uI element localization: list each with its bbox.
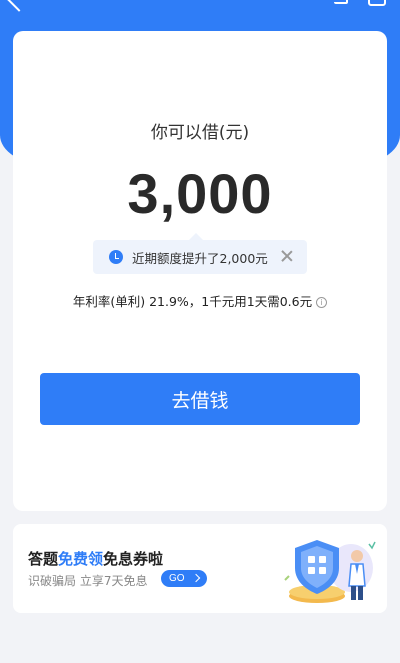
promo-title-prefix: 答题 — [28, 550, 59, 568]
promo-title-suffix: 免息券啦 — [103, 550, 164, 568]
notice-text: 近期额度提升了2,000元 — [132, 250, 268, 266]
available-label: 你可以借(元) — [150, 123, 250, 143]
credit-increase-notice: 近期额度提升了2,000元 — [93, 233, 307, 274]
go-button[interactable]: GO — [161, 570, 207, 587]
message-icon[interactable] — [368, 0, 386, 6]
promo-subtitle: 识破骗局 立享7天免息 — [28, 574, 148, 588]
promo-banner[interactable]: 答题免费领免息券啦 识破骗局 立享7天免息 GO — [13, 524, 387, 613]
service-icon[interactable] — [334, 0, 348, 4]
interest-rate: 年利率(单利) 21.9%，1千元用1天需0.6元 i — [13, 291, 387, 310]
borrow-button[interactable]: 去借钱 — [40, 373, 360, 425]
close-icon[interactable] — [281, 250, 293, 262]
available-amount: 3,000 — [127, 162, 273, 225]
clock-icon — [109, 250, 123, 264]
info-icon[interactable]: i — [316, 297, 328, 308]
promo-title-highlight: 免费领 — [58, 550, 104, 568]
shield-illustration — [284, 540, 376, 603]
rate-text: 年利率(单利) 21.9%，1千元用1天需0.6元 — [72, 294, 313, 309]
loan-card: 你可以借(元) 3,000 近期额度提升了2,000元 年利率(单利) 21.9… — [13, 31, 387, 511]
promo-title: 答题免费领免息券啦 — [28, 548, 163, 569]
